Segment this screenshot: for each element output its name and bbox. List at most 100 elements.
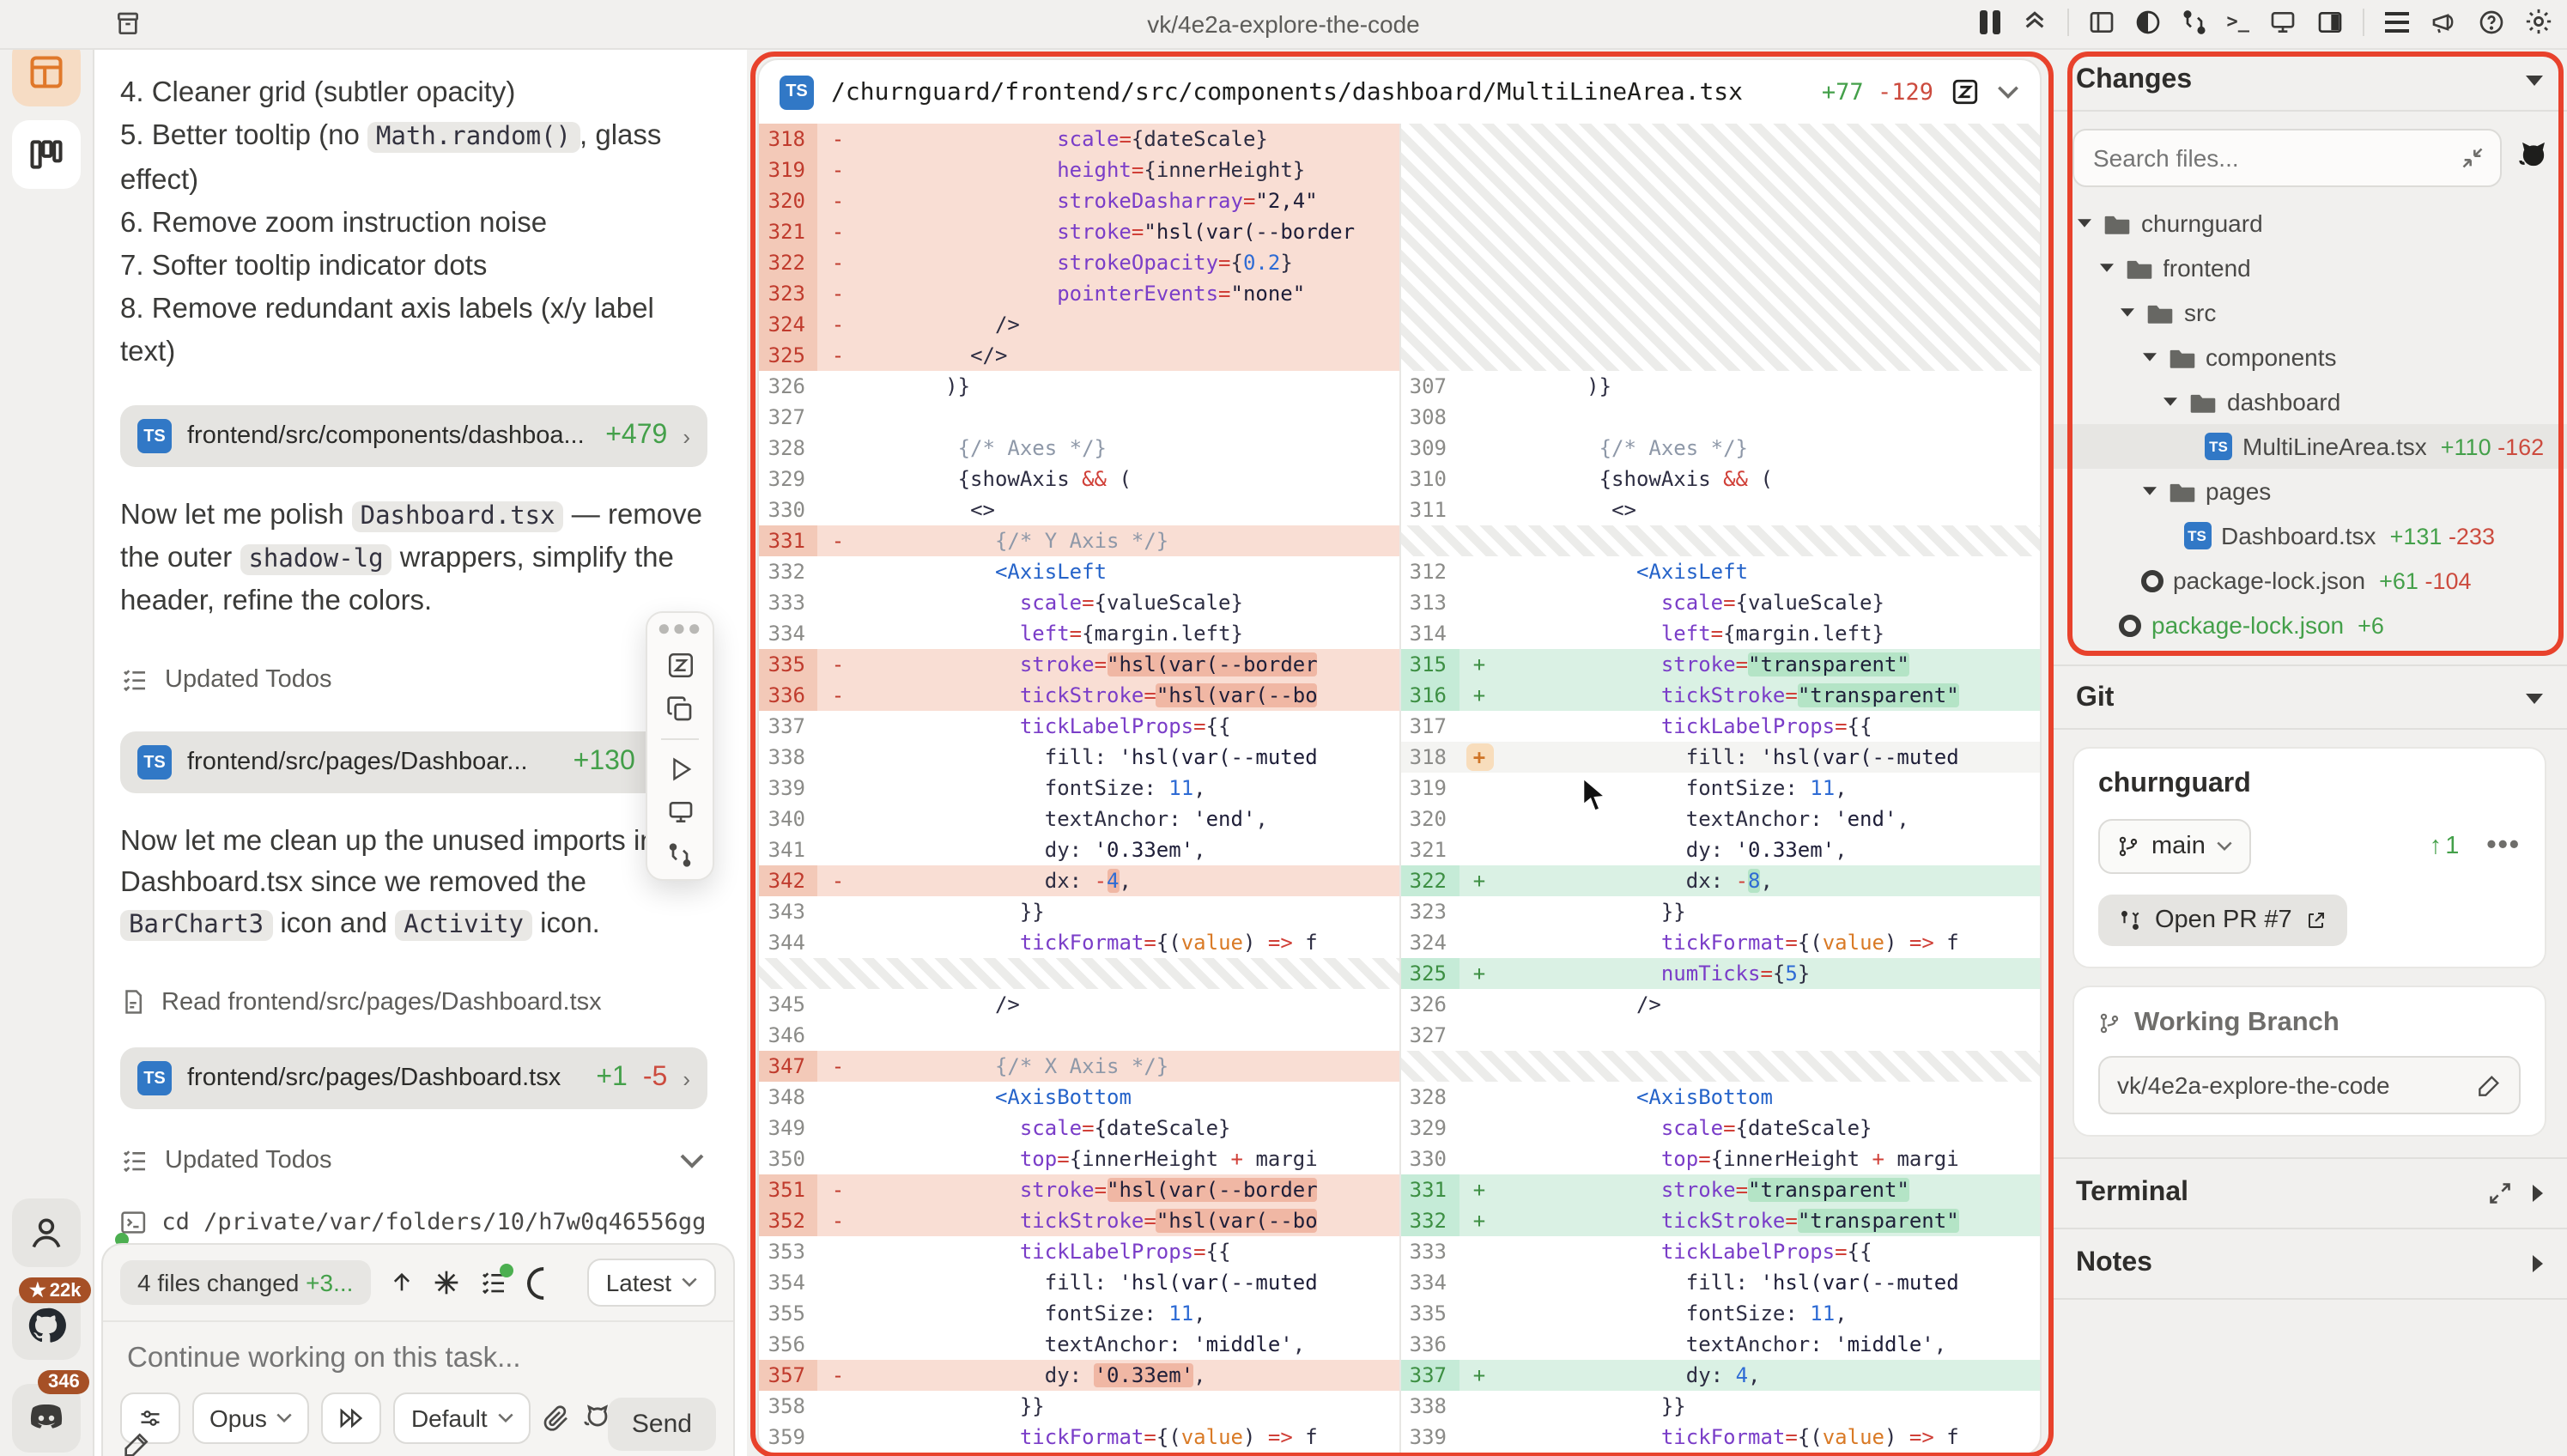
code-line: tickLabelProps={{ xyxy=(1500,1236,2040,1267)
expand-icon[interactable] xyxy=(2488,1181,2512,1205)
tree-item[interactable]: TSDashboard.tsx+131 -233 xyxy=(2052,513,2567,558)
chevron-right-icon: › xyxy=(683,1065,690,1091)
notes-section-header[interactable]: Notes xyxy=(2052,1229,2567,1298)
chevron-down-icon[interactable] xyxy=(680,1153,704,1168)
diff-marker xyxy=(1459,1144,1500,1174)
latest-dropdown[interactable]: Latest xyxy=(587,1259,716,1307)
panel-right-filled-icon[interactable] xyxy=(2316,8,2344,35)
play-icon[interactable] xyxy=(667,755,693,783)
search-files-box[interactable] xyxy=(2072,129,2502,187)
diff-mode-icon[interactable] xyxy=(1951,77,1980,106)
line-number: 334 xyxy=(759,618,817,649)
theme-contrast-icon[interactable] xyxy=(2134,8,2162,35)
git-compare-icon[interactable] xyxy=(2181,8,2208,35)
tree-chevron-icon[interactable] xyxy=(2142,353,2156,361)
line-number: 326 xyxy=(759,371,817,402)
document-icon xyxy=(120,987,146,1016)
menu-icon[interactable] xyxy=(2383,9,2411,33)
open-pr-button[interactable]: Open PR #7 xyxy=(2098,895,2347,946)
updated-todos-row[interactable]: Updated Todos xyxy=(120,1147,704,1174)
copy-icon[interactable] xyxy=(666,695,694,723)
files-changed-pill[interactable]: 4 files changed +3... xyxy=(120,1260,370,1305)
tree-chevron-icon[interactable] xyxy=(2099,264,2113,272)
tree-item[interactable]: components xyxy=(2052,335,2567,379)
working-branch-field[interactable]: vk/4e2a-explore-the-code xyxy=(2098,1056,2521,1114)
code-line: pointerEvents="none" xyxy=(859,278,1399,309)
arrow-up-icon[interactable] xyxy=(389,1269,413,1296)
diff-marker: - xyxy=(817,1051,859,1082)
tree-chevron-icon[interactable] xyxy=(2078,219,2091,228)
cat-icon[interactable] xyxy=(2517,143,2550,173)
add-comment-button[interactable]: + xyxy=(1466,743,1493,771)
diff-marker: - xyxy=(817,1174,859,1205)
spark-icon[interactable] xyxy=(432,1269,459,1296)
rail-discord-button[interactable] xyxy=(12,1384,81,1453)
folder-icon xyxy=(2103,212,2131,234)
tree-item[interactable]: pages xyxy=(2052,469,2567,513)
deletions-count: -5 xyxy=(643,1063,667,1094)
tree-chevron-icon[interactable] xyxy=(2121,308,2134,317)
fast-forward-button[interactable] xyxy=(322,1392,382,1444)
file-chip[interactable]: TS frontend/src/pages/Dashboar... +130 -… xyxy=(120,731,707,793)
rail-account-button[interactable] xyxy=(12,1198,81,1267)
file-chip[interactable]: TS frontend/src/pages/Dashboard.tsx +1 -… xyxy=(120,1047,707,1109)
diff-collapsed-region xyxy=(1400,525,2040,556)
diff-marker xyxy=(817,804,859,834)
code-line: /> xyxy=(859,309,1399,340)
code-line: stroke="transparent" xyxy=(1500,1174,2040,1205)
repo-more-button[interactable]: ••• xyxy=(2486,831,2521,862)
tree-item[interactable]: dashboard xyxy=(2052,379,2567,424)
diff-row: 319 fontSize: 11, xyxy=(1400,773,2040,804)
diff-row: 326 )} xyxy=(759,371,1399,402)
file-chip[interactable]: TS frontend/src/components/dashboa... +4… xyxy=(120,405,707,467)
diff-additions: +77 xyxy=(1822,78,1864,106)
tree-item[interactable]: package-lock.json+6 xyxy=(2052,603,2567,647)
changes-section-header[interactable]: Changes xyxy=(2052,48,2567,110)
search-files-input[interactable] xyxy=(2090,143,2450,173)
rail-kanban-button[interactable] xyxy=(12,120,81,189)
chat-input[interactable] xyxy=(103,1322,707,1382)
tree-item[interactable]: package-lock.json+61 -104 xyxy=(2052,558,2567,603)
branch-dropdown[interactable]: main xyxy=(2098,819,2252,874)
tree-chevron-icon[interactable] xyxy=(2142,487,2156,495)
tree-chevron-icon[interactable] xyxy=(2163,397,2177,406)
tree-item[interactable]: src xyxy=(2052,290,2567,335)
pen-icon[interactable] xyxy=(124,1430,151,1456)
monitor-icon[interactable] xyxy=(665,798,695,826)
code-line: fill: 'hsl(var(--muted xyxy=(1500,742,2040,773)
diff-marker xyxy=(817,773,859,804)
git-section-header[interactable]: Git xyxy=(2052,666,2567,728)
changes-file-tree: churnguardfrontendsrccomponentsdashboard… xyxy=(2052,197,2567,647)
code-line: dy: '0.33em', xyxy=(1500,834,2040,865)
diff-view-icon[interactable] xyxy=(665,651,695,680)
git-compare-icon[interactable] xyxy=(666,841,694,869)
model-dropdown[interactable]: Opus xyxy=(192,1392,310,1444)
diff-marker xyxy=(817,1236,859,1267)
read-file-row[interactable]: Read frontend/src/pages/Dashboard.tsx xyxy=(120,987,704,1016)
tree-item[interactable]: frontend xyxy=(2052,246,2567,290)
tree-item[interactable]: churnguard xyxy=(2052,201,2567,246)
edit-pencil-icon[interactable] xyxy=(2478,1073,2502,1097)
code-line: <AxisLeft xyxy=(859,556,1399,587)
settings-gear-icon[interactable] xyxy=(2524,7,2553,36)
megaphone-icon[interactable] xyxy=(2430,8,2459,35)
terminal-section-header[interactable]: Terminal xyxy=(2052,1159,2567,1228)
collapse-arrows-icon[interactable] xyxy=(2461,146,2485,170)
todos-status-icon[interactable] xyxy=(478,1269,507,1296)
help-icon[interactable] xyxy=(2478,8,2505,35)
more-options-icon[interactable]: ●●● xyxy=(657,622,702,635)
preset-dropdown[interactable]: Default xyxy=(394,1392,531,1444)
composer-status-row: 4 files changed +3... Latest xyxy=(103,1245,733,1322)
panel-left-icon[interactable] xyxy=(2088,8,2115,35)
terminal-command-row[interactable]: cd /private/var/folders/10/h7w0q46556ggr… xyxy=(120,1209,704,1236)
attachment-icon[interactable] xyxy=(543,1404,570,1433)
updated-todos-row[interactable]: Updated Todos xyxy=(120,666,704,694)
monitor-icon[interactable] xyxy=(2268,8,2297,35)
terminal-icon[interactable]: >_ xyxy=(2227,10,2250,33)
collapse-up-icon[interactable] xyxy=(2021,8,2048,35)
code-line: }} xyxy=(1500,1391,2040,1422)
tree-item[interactable]: TSMultiLineArea.tsx+110 -162 xyxy=(2052,424,2567,469)
pause-icon[interactable] xyxy=(1978,8,2002,35)
send-button[interactable]: Send xyxy=(608,1398,716,1451)
chevron-down-icon[interactable] xyxy=(1997,85,2019,99)
